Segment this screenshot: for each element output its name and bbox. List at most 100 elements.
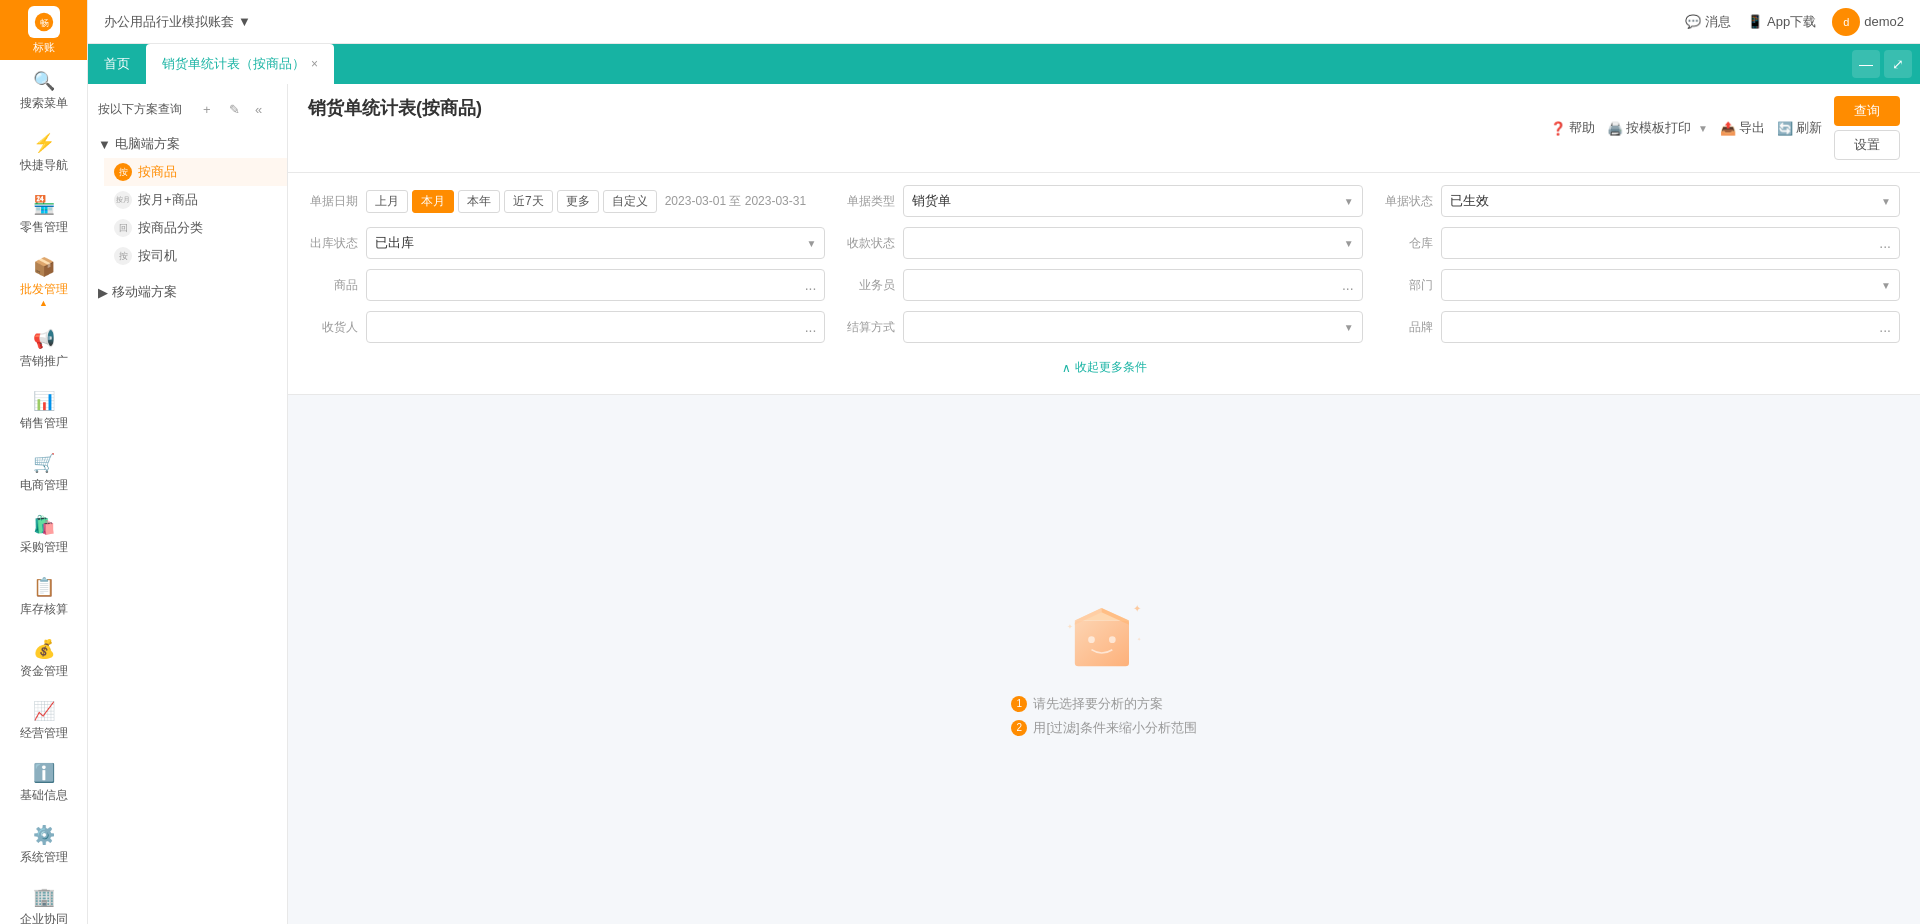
user-profile[interactable]: d demo2 <box>1832 8 1904 36</box>
tab-active[interactable]: 销货单统计表（按商品） × <box>146 44 334 84</box>
tree-child-by-product[interactable]: 按 按商品 <box>104 158 287 186</box>
sidebar-item-search[interactable]: 🔍 搜索菜单 <box>0 60 88 122</box>
date-last7-btn[interactable]: 近7天 <box>504 190 553 213</box>
empty-tip-2: 2 用[过滤]条件来缩小分析范围 <box>1011 719 1196 737</box>
filter-item-outstatus: 出库状态 已出库 ▼ <box>308 227 825 259</box>
date-custom-btn[interactable]: 自定义 <box>603 190 657 213</box>
industry-arrow: ▼ <box>238 14 251 29</box>
product-control[interactable]: ... <box>366 269 825 301</box>
tree-parent-mobile[interactable]: ▶ 移动端方案 <box>88 278 287 306</box>
panel-collapse-btn[interactable]: « <box>255 98 277 120</box>
receiver-dots: ... <box>805 319 817 335</box>
svg-rect-2 <box>1075 620 1129 666</box>
warehouse-label: 仓库 <box>1383 235 1433 252</box>
date-more-btn[interactable]: 更多 <box>557 190 599 213</box>
warehouse-control[interactable]: ... <box>1441 227 1900 259</box>
receiver-control[interactable]: ... <box>366 311 825 343</box>
sidebar-item-wholesale[interactable]: 📦 批发管理 ▲ <box>0 246 88 318</box>
outstatus-control[interactable]: 已出库 ▼ <box>366 227 825 259</box>
sidebar-item-ecom[interactable]: 🛒 电商管理 <box>0 442 88 504</box>
sidebar-item-finance[interactable]: 💰 资金管理 <box>0 628 88 690</box>
date-this-month-btn[interactable]: 本月 <box>412 190 454 213</box>
svg-text:✦: ✦ <box>1137 636 1141 642</box>
sidebar-item-basic[interactable]: ℹ️ 基础信息 <box>0 752 88 814</box>
collapse-icon: « <box>255 102 277 117</box>
app-download-label: App下载 <box>1767 13 1816 31</box>
tab-minimize-btn[interactable]: — <box>1852 50 1880 78</box>
sidebar-item-label: 资金管理 <box>20 663 68 680</box>
enterprise-icon: 🏢 <box>33 886 55 908</box>
tree-parent-mobile-label: 移动端方案 <box>112 283 177 301</box>
payment-method-control[interactable]: ▼ <box>903 311 1362 343</box>
sidebar-item-label: 经营管理 <box>20 725 68 742</box>
dept-arrow: ▼ <box>1881 280 1891 291</box>
sidebar-item-marketing[interactable]: 📢 营销推广 <box>0 318 88 380</box>
print-arrow: ▼ <box>1698 123 1708 134</box>
tab-close-icon[interactable]: × <box>311 57 318 71</box>
settings-button[interactable]: 设置 <box>1834 130 1900 160</box>
left-panel: 按以下方案查询 + ✎ « ▼ 电脑端方案 按 <box>88 84 288 924</box>
tab-home[interactable]: 首页 <box>88 44 146 84</box>
page-header-actions: ❓ 帮助 🖨️ 按模板打印 ▼ 📤 导出 🔄 刷新 <box>1550 96 1900 172</box>
panel-edit-btn[interactable]: ✎ <box>229 98 251 120</box>
sidebar-item-inventory[interactable]: 📋 库存核算 <box>0 566 88 628</box>
sidebar-item-label: 系统管理 <box>20 849 68 866</box>
sidebar-item-label: 库存核算 <box>20 601 68 618</box>
app-download-icon: 📱 <box>1747 14 1763 29</box>
filter-row-1: 单据日期 上月 本月 本年 近7天 更多 自定义 2023-03-01 至 20… <box>308 185 1900 217</box>
tree-child-by-cashier[interactable]: 按 按司机 <box>104 242 287 270</box>
date-last-month-btn[interactable]: 上月 <box>366 190 408 213</box>
navbar-left: 办公用品行业模拟账套 ▼ <box>104 13 251 31</box>
sidebar-item-system[interactable]: ⚙️ 系统管理 <box>0 814 88 876</box>
help-action[interactable]: ❓ 帮助 <box>1550 119 1595 137</box>
refresh-label: 刷新 <box>1796 119 1822 137</box>
dept-control[interactable]: ▼ <box>1441 269 1900 301</box>
message-action[interactable]: 💬 消息 <box>1685 13 1731 31</box>
export-action[interactable]: 📤 导出 <box>1720 119 1765 137</box>
tab-maximize-btn[interactable]: ⤢ <box>1884 50 1912 78</box>
industry-selector[interactable]: 办公用品行业模拟账套 ▼ <box>104 13 251 31</box>
sidebar-item-ops[interactable]: 📈 经营管理 <box>0 690 88 752</box>
svg-text:✦: ✦ <box>1133 603 1141 614</box>
export-label: 导出 <box>1739 119 1765 137</box>
docstatus-arrow: ▼ <box>1881 196 1891 207</box>
query-button[interactable]: 查询 <box>1834 96 1900 126</box>
payment-status-label: 收款状态 <box>845 235 895 252</box>
sidebar-item-sales[interactable]: 📊 销售管理 <box>0 380 88 442</box>
doctype-label: 单据类型 <box>845 193 895 210</box>
receiver-label: 收货人 <box>308 319 358 336</box>
docstatus-control[interactable]: 已生效 ▼ <box>1441 185 1900 217</box>
refresh-action[interactable]: 🔄 刷新 <box>1777 119 1822 137</box>
sidebar-item-quick[interactable]: ⚡ 快捷导航 <box>0 122 88 184</box>
avatar: d <box>1832 8 1860 36</box>
sidebar-item-label: 基础信息 <box>20 787 68 804</box>
tree-child-by-category[interactable]: 回 按商品分类 <box>104 214 287 242</box>
outstatus-label: 出库状态 <box>308 235 358 252</box>
panel-add-btn[interactable]: + <box>203 98 225 120</box>
page-header: 销货单统计表(按商品) ❓ 帮助 🖨️ 按模板打印 ▼ 📤 导出 <box>288 84 1920 173</box>
date-this-year-btn[interactable]: 本年 <box>458 190 500 213</box>
payment-status-control[interactable]: ▼ <box>903 227 1362 259</box>
app-download-action[interactable]: 📱 App下载 <box>1747 13 1816 31</box>
print-action[interactable]: 🖨️ 按模板打印 ▼ <box>1607 119 1708 137</box>
sidebar-item-label: 零售管理 <box>20 219 68 236</box>
sidebar-item-purchase[interactable]: 🛍️ 采购管理 <box>0 504 88 566</box>
sidebar-item-enterprise[interactable]: 🏢 企业协同 <box>0 876 88 924</box>
tree-child-label: 按司机 <box>138 247 177 265</box>
tab-bar: 首页 销货单统计表（按商品） × — ⤢ <box>88 44 1920 84</box>
collapse-btn[interactable]: ∧ 收起更多条件 <box>308 353 1900 382</box>
retail-icon: 🏪 <box>33 194 55 216</box>
staff-control[interactable]: ... <box>903 269 1362 301</box>
sidebar-item-retail[interactable]: 🏪 零售管理 <box>0 184 88 246</box>
search-icon: 🔍 <box>33 70 55 92</box>
tip-num-1: 1 <box>1011 696 1027 712</box>
brand-control[interactable]: ... <box>1441 311 1900 343</box>
tree-child-icon-product: 按 <box>114 163 132 181</box>
tree-parent-pc[interactable]: ▼ 电脑端方案 <box>88 130 287 158</box>
top-navbar: 办公用品行业模拟账套 ▼ 💬 消息 📱 App下载 d demo2 <box>88 0 1920 44</box>
tree-child-by-month[interactable]: 按月 按月+商品 <box>104 186 287 214</box>
tree-children-pc: 按 按商品 按月 按月+商品 回 按商品分类 按 按司机 <box>88 158 287 270</box>
refresh-icon: 🔄 <box>1777 121 1793 136</box>
sidebar-item-label: 批发管理 <box>20 281 68 298</box>
sidebar: 畅 标账 🔍 搜索菜单 ⚡ 快捷导航 🏪 零售管理 📦 批发管理 ▲ 📢 营销推… <box>0 0 88 924</box>
